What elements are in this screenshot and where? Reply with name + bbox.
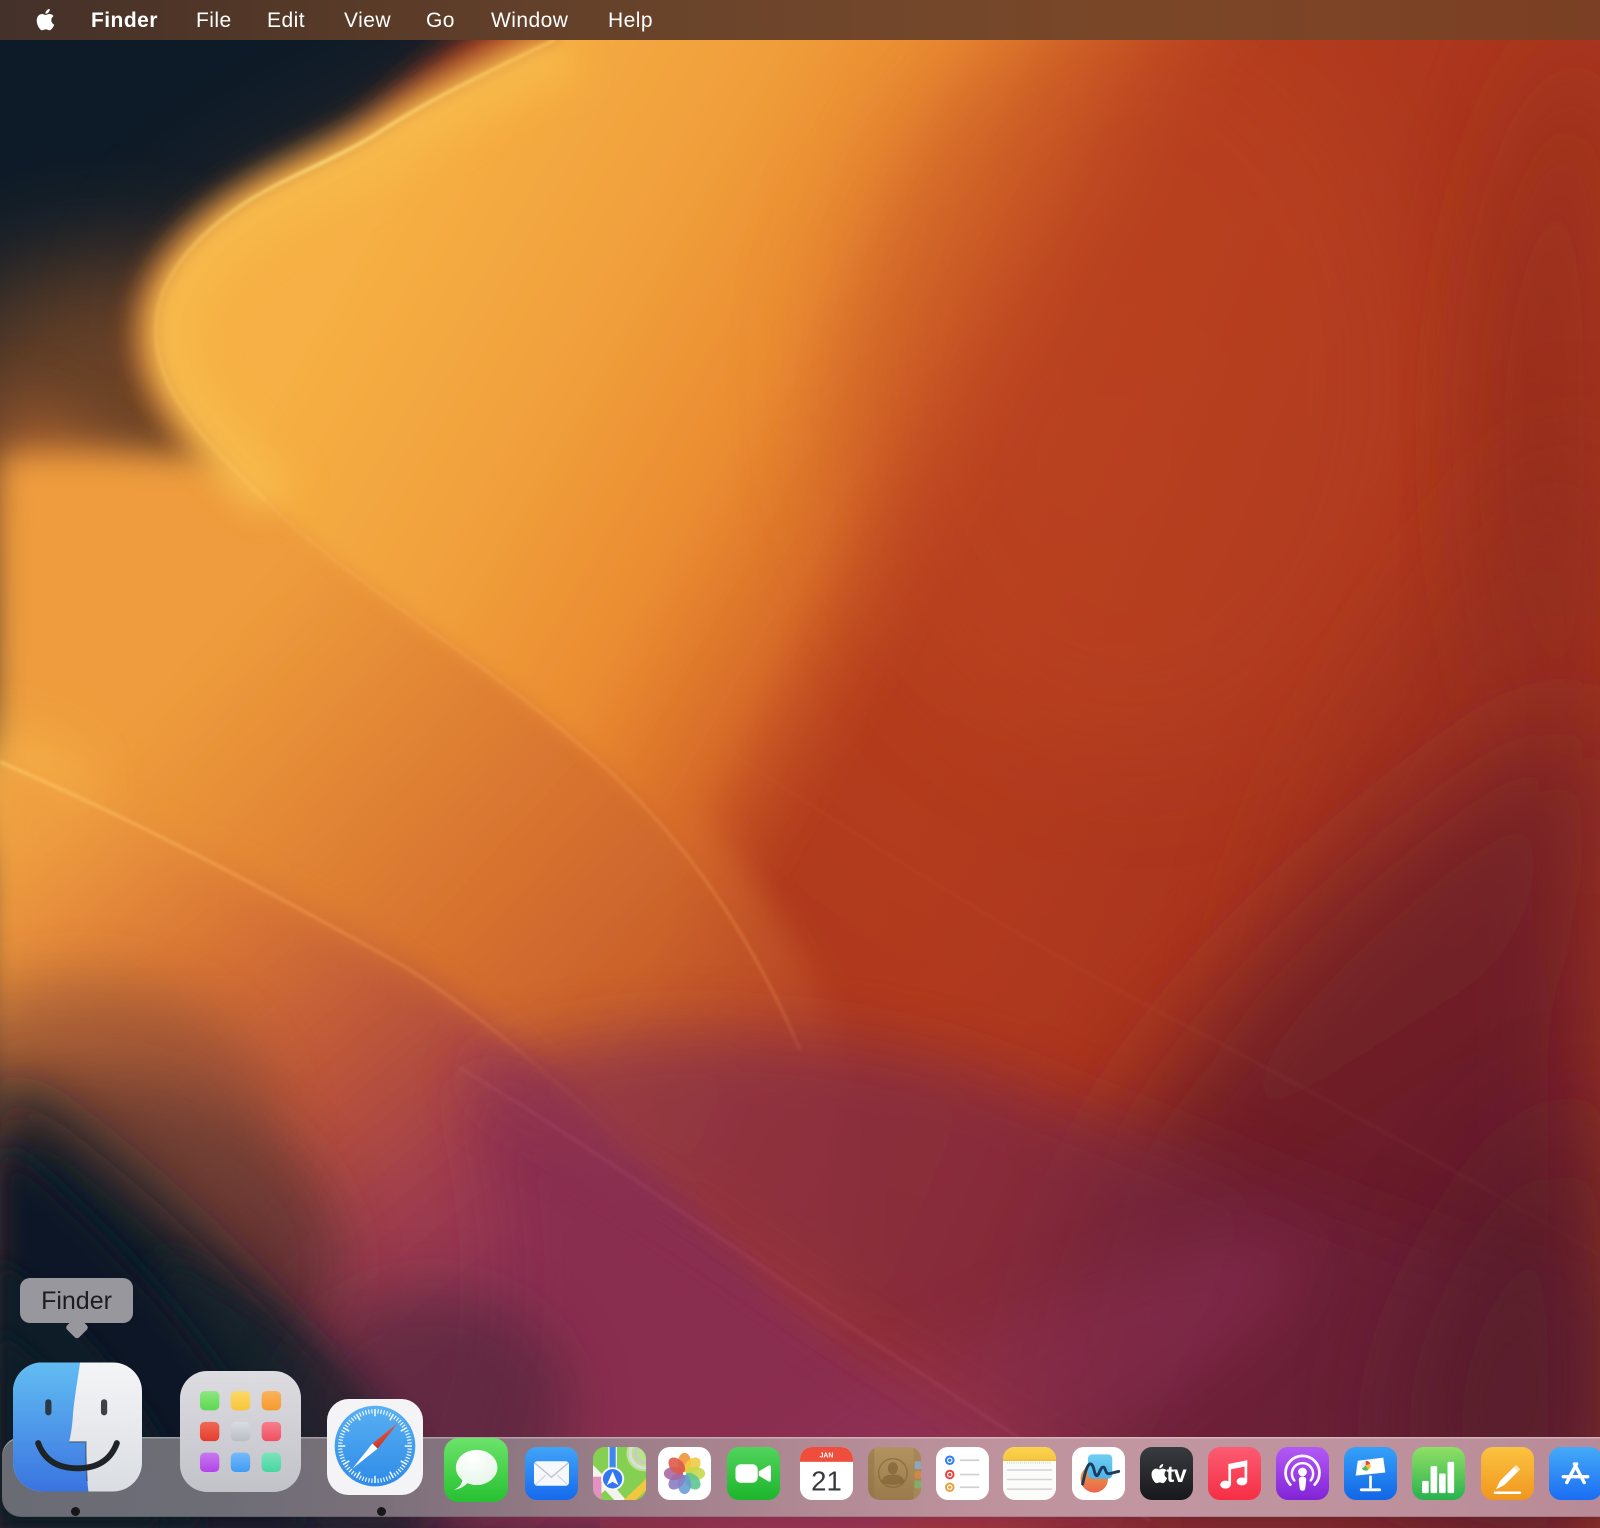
svg-text:tv: tv [1166, 1461, 1186, 1487]
svg-text:JAN: JAN [819, 1452, 833, 1459]
svg-text:21: 21 [811, 1465, 842, 1496]
